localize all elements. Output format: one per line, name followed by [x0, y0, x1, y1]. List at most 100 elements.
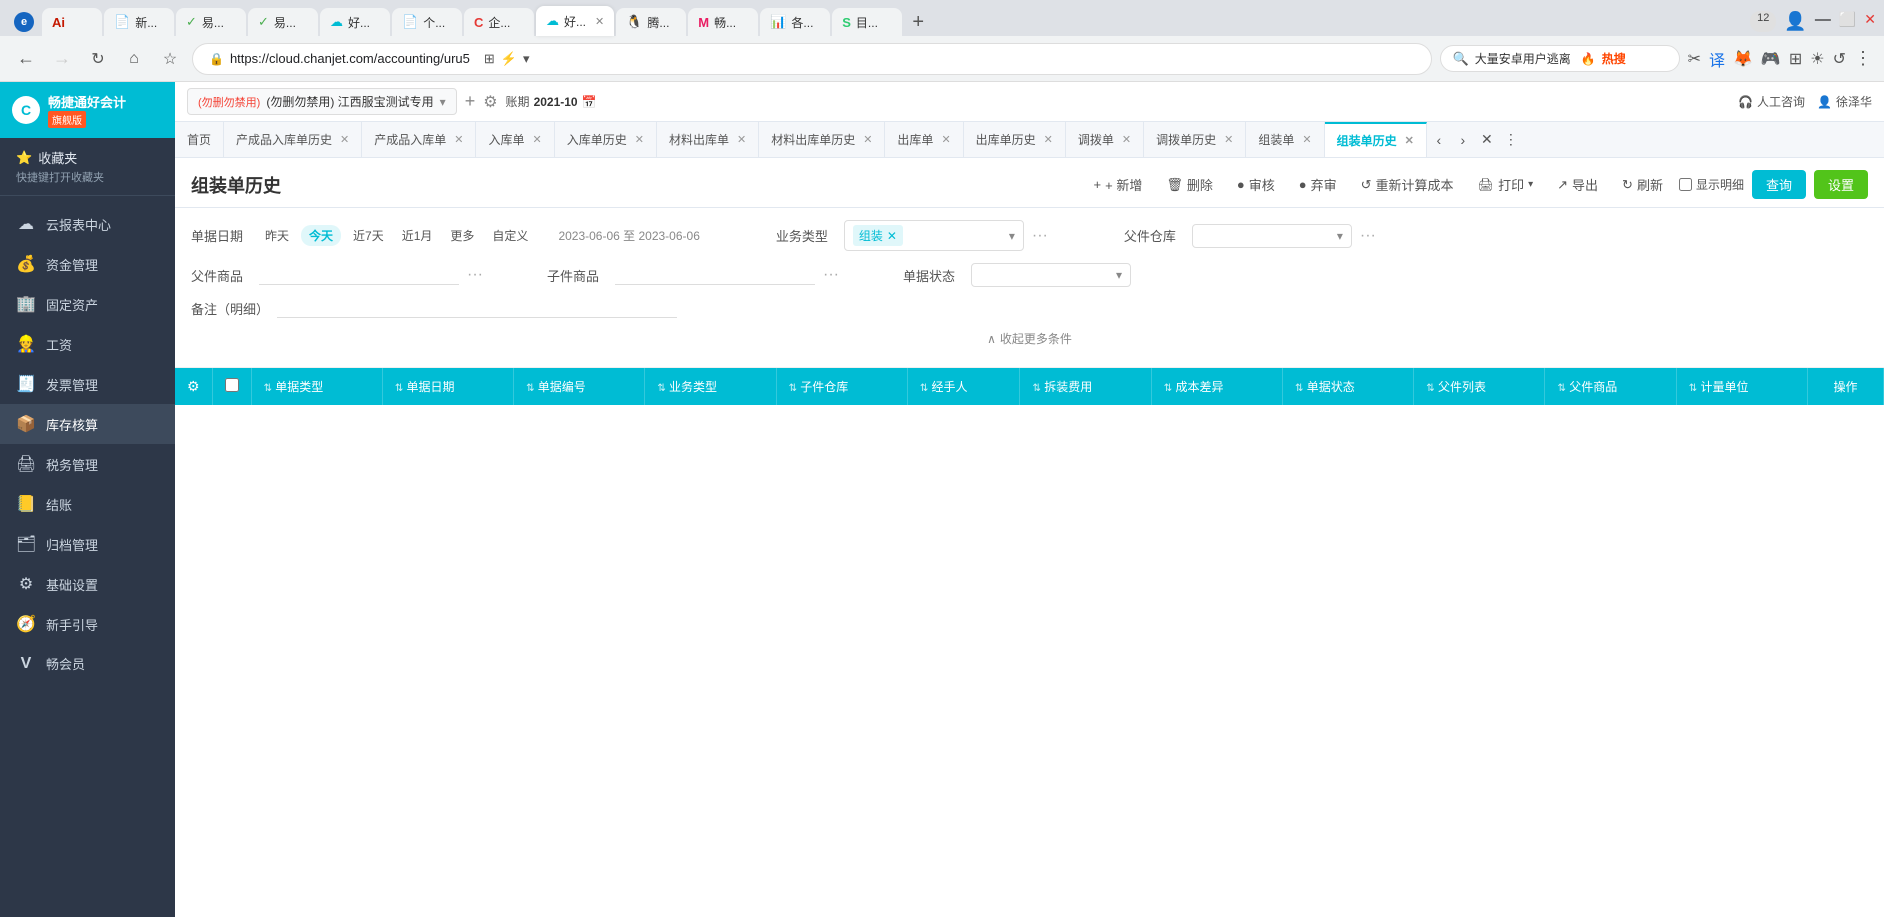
th-biz-type[interactable]: ⇅ 业务类型	[645, 368, 776, 405]
tab-personal[interactable]: 📄 个...	[392, 8, 462, 36]
settings-gear-btn[interactable]: ⚙	[483, 92, 497, 112]
tab-hao2[interactable]: ☁ 好... ✕	[536, 6, 614, 36]
tab-close-icon[interactable]: ✕	[863, 133, 872, 146]
dropdown-arrow[interactable]: ▾	[523, 51, 530, 67]
tab-close-icon[interactable]: ✕	[454, 133, 463, 146]
tab-chang[interactable]: M 畅...	[688, 8, 758, 36]
sidebar-item-settings[interactable]: ⚙ 基础设置	[0, 564, 175, 604]
period-selector[interactable]: 账期 2021-10 📅	[506, 93, 597, 110]
th-checkbox[interactable]	[212, 368, 251, 405]
detail-checkbox-input[interactable]	[1679, 178, 1692, 191]
search-box[interactable]: 🔍 大量安卓用户逃离 🔥 热搜	[1440, 45, 1680, 72]
parent-goods-input[interactable]	[259, 266, 459, 285]
7days-btn[interactable]: 近7天	[347, 225, 390, 246]
export-btn[interactable]: ↗ 导出	[1549, 171, 1606, 198]
collapse-btn[interactable]: ∧ 收起更多条件	[191, 330, 1868, 347]
custom-date-btn[interactable]: 自定义	[486, 225, 534, 246]
bill-status-select[interactable]: ▾	[971, 263, 1131, 287]
nav-refresh[interactable]: ↻	[84, 45, 112, 73]
nav-forward[interactable]: →	[48, 45, 76, 73]
tab-in-bill[interactable]: 入库单 ✕	[476, 122, 554, 158]
tab-material-out[interactable]: 材料出库单 ✕	[657, 122, 759, 158]
sidebar-item-finance[interactable]: 💰 资金管理	[0, 244, 175, 284]
nav-home[interactable]: ⌂	[120, 45, 148, 73]
tab-close-icon[interactable]: ✕	[1224, 133, 1233, 146]
sidebar-item-fixed-assets[interactable]: 🏢 固定资产	[0, 284, 175, 324]
th-bill-type[interactable]: ⇅ 单据类型	[251, 368, 382, 405]
th-bill-status[interactable]: ⇅ 单据状态	[1282, 368, 1413, 405]
more-dots-biz[interactable]: ···	[1032, 227, 1048, 245]
yesterday-btn[interactable]: 昨天	[259, 225, 295, 246]
win-minimize[interactable]: —	[1815, 11, 1831, 32]
tab-close-icon[interactable]: ✕	[1405, 134, 1414, 147]
audit-btn[interactable]: ● 审核	[1229, 171, 1283, 198]
th-bill-date[interactable]: ⇅ 单据日期	[382, 368, 513, 405]
tab-yi2[interactable]: ✓ 易...	[248, 8, 318, 36]
sidebar-item-member[interactable]: V 畅会员	[0, 644, 175, 683]
bill-status-dropdown[interactable]: ▾	[1116, 268, 1122, 282]
tab-close-icon[interactable]: ✕	[1302, 133, 1311, 146]
tab-more[interactable]: ⋮	[1499, 122, 1523, 158]
tab-ge[interactable]: 📊 各...	[760, 8, 830, 36]
tab-close-hao2[interactable]: ✕	[595, 15, 604, 28]
new-btn[interactable]: + + 新增	[1086, 171, 1151, 198]
tab-product-in[interactable]: 产成品入库单 ✕	[362, 122, 476, 158]
th-bill-no[interactable]: ⇅ 单据编号	[514, 368, 645, 405]
scissors-icon[interactable]: ✂	[1688, 49, 1701, 69]
th-assembly-cost[interactable]: ⇅ 拆装费用	[1020, 368, 1151, 405]
tab-out-history[interactable]: 出库单历史 ✕	[964, 122, 1066, 158]
select-all-checkbox[interactable]	[225, 378, 239, 392]
tab-mu[interactable]: S 目...	[832, 8, 902, 36]
tab-transfer[interactable]: 调拨单 ✕	[1066, 122, 1144, 158]
tab-nav-right[interactable]: ›	[1451, 122, 1475, 158]
sidebar-item-inventory[interactable]: 📦 库存核算	[0, 404, 175, 444]
sidebar-item-cloud-report[interactable]: ☁ 云报表中心	[0, 204, 175, 244]
delete-btn[interactable]: 🗑 删除	[1158, 171, 1221, 198]
print-btn[interactable]: 🖨 打印 ▾	[1470, 171, 1542, 198]
parent-warehouse-select[interactable]: ▾	[1192, 224, 1352, 248]
tab-enterprise[interactable]: C 企...	[464, 8, 534, 36]
tab-close-icon[interactable]: ✕	[533, 133, 542, 146]
sidebar-item-invoice[interactable]: 🧾 发票管理	[0, 364, 175, 404]
tab-ai[interactable]: Ai	[42, 8, 102, 36]
notes-input[interactable]	[277, 299, 677, 318]
consult-btn[interactable]: 🎧 人工咨询	[1738, 93, 1805, 110]
parent-goods-more[interactable]: ···	[467, 266, 483, 284]
th-gear[interactable]: ⚙	[175, 368, 212, 405]
sidebar-item-guide[interactable]: 🧭 新手引导	[0, 604, 175, 644]
th-cost-diff[interactable]: ⇅ 成本差异	[1151, 368, 1282, 405]
tab-close-all[interactable]: ✕	[1475, 122, 1499, 158]
tab-close-icon[interactable]: ✕	[941, 133, 950, 146]
child-goods-more[interactable]: ···	[823, 266, 839, 284]
tab-tencent[interactable]: 🐧 腾...	[616, 8, 686, 36]
today-btn[interactable]: 今天	[301, 225, 341, 246]
biz-type-select[interactable]: 组装 ✕ ▾	[844, 220, 1024, 251]
settings-btn[interactable]: 设置	[1814, 170, 1868, 199]
sidebar-bookmark[interactable]: ⭐ 收藏夹 快捷键打开收藏夹	[0, 138, 175, 196]
tab-in-history[interactable]: 入库单历史 ✕	[555, 122, 657, 158]
win-close[interactable]: ✕	[1864, 11, 1876, 32]
th-parent-goods[interactable]: ⇅ 父件商品	[1545, 368, 1676, 405]
tab-close-icon[interactable]: ✕	[737, 133, 746, 146]
query-btn[interactable]: 查询	[1752, 170, 1806, 199]
th-unit[interactable]: ⇅ 计量单位	[1676, 368, 1807, 405]
sidebar-item-tax[interactable]: 🖨 税务管理	[0, 444, 175, 484]
recalculate-btn[interactable]: ↺ 重新计算成本	[1353, 171, 1462, 198]
undo-icon[interactable]: ↺	[1833, 49, 1846, 69]
menu-icon[interactable]: ⋮	[1854, 48, 1872, 69]
tab-close-icon[interactable]: ✕	[1122, 133, 1131, 146]
tab-product-in-history[interactable]: 产成品入库单历史 ✕	[224, 122, 362, 158]
tab-close-icon[interactable]: ✕	[340, 133, 349, 146]
sidebar-item-archive[interactable]: 🗂 归档管理	[0, 524, 175, 564]
nav-back[interactable]: ←	[12, 45, 40, 73]
show-detail-checkbox[interactable]: 显示明细	[1679, 176, 1744, 193]
win-maximize[interactable]: ⬜	[1839, 11, 1856, 32]
biz-type-tag-close[interactable]: ✕	[887, 229, 897, 243]
sidebar-item-payroll[interactable]: 👷 工资	[0, 324, 175, 364]
child-goods-input[interactable]	[615, 266, 815, 285]
tab-close-icon[interactable]: ✕	[635, 133, 644, 146]
tab-home[interactable]: 首页	[175, 122, 224, 158]
new-tab-btn[interactable]: +	[904, 8, 932, 36]
tab-nav-left[interactable]: ‹	[1427, 122, 1451, 158]
nav-star[interactable]: ☆	[156, 45, 184, 73]
